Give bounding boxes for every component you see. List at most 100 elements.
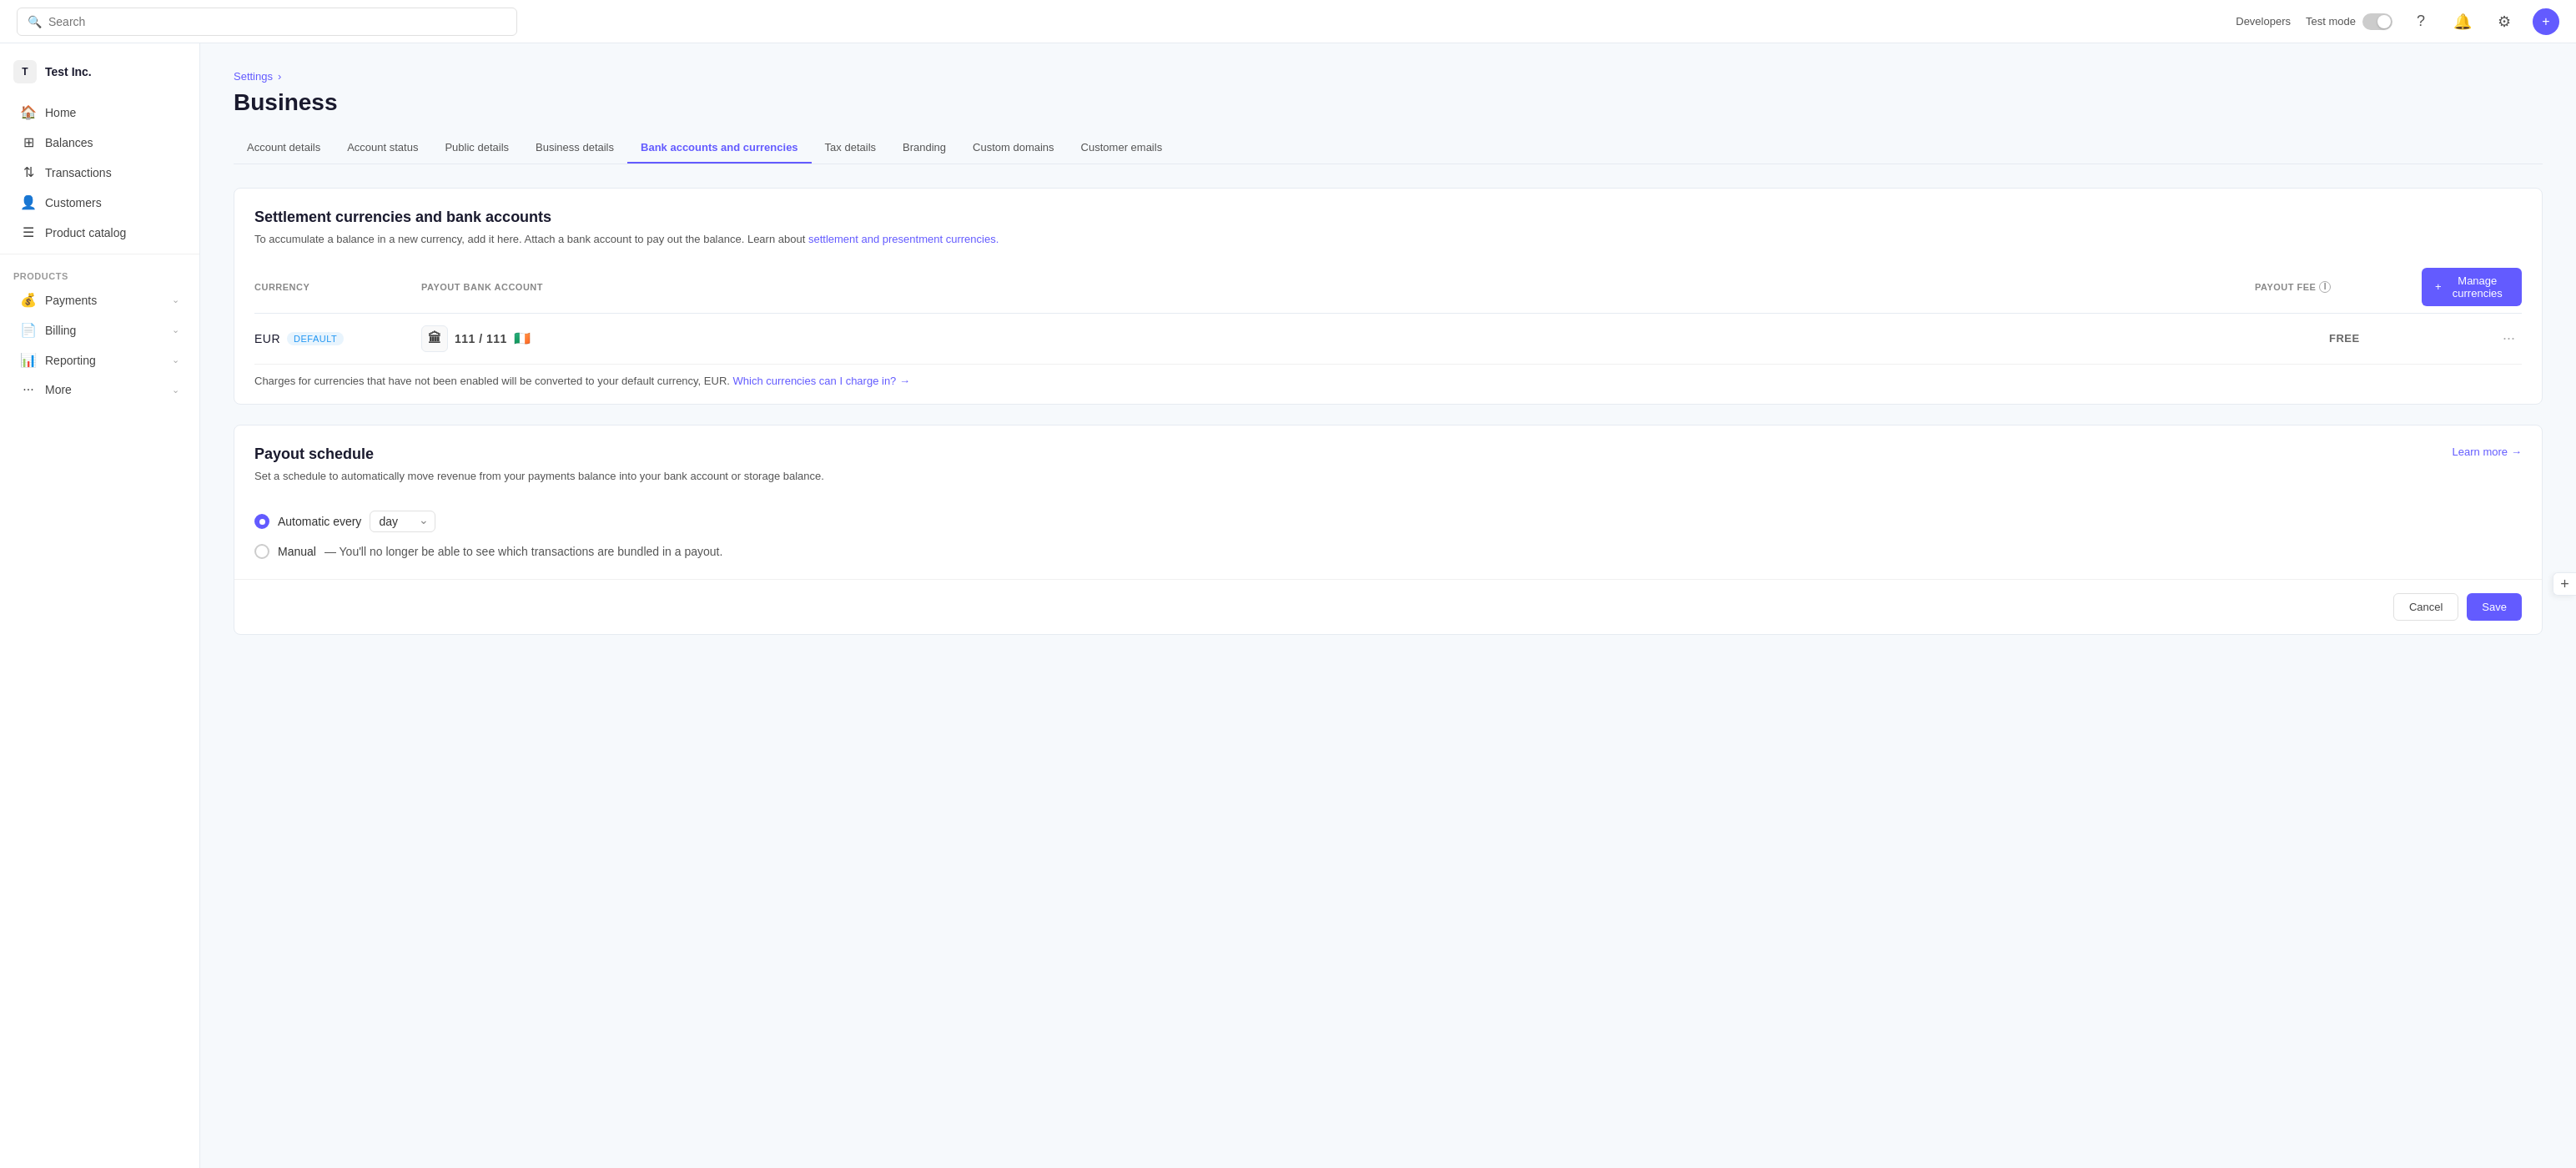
tab-account-status[interactable]: Account status: [334, 133, 431, 164]
payout-card: Payout schedule Set a schedule to automa…: [234, 425, 2543, 636]
sidebar-item-reporting[interactable]: 📊 Reporting ⌄: [7, 345, 193, 375]
manual-label: Manual: [278, 545, 316, 558]
payout-card-header: Payout schedule Set a schedule to automa…: [234, 425, 2542, 498]
chevron-down-icon: ⌄: [172, 355, 179, 365]
flag-icon: 🇮🇪: [514, 330, 531, 346]
settlement-card-title: Settlement currencies and bank accounts: [254, 209, 2522, 226]
tab-custom-domains[interactable]: Custom domains: [959, 133, 1068, 164]
test-mode-toggle-wrap: Test mode: [2306, 13, 2392, 30]
add-button[interactable]: +: [2533, 8, 2559, 35]
payout-title: Payout schedule: [254, 446, 824, 463]
chevron-down-icon: ⌄: [172, 295, 179, 305]
sidebar-item-product-catalog[interactable]: ☰ Product catalog: [7, 218, 193, 247]
sidebar-item-label: Home: [45, 106, 76, 119]
cancel-button[interactable]: Cancel: [2393, 593, 2458, 621]
tab-account-details[interactable]: Account details: [234, 133, 334, 164]
notifications-button[interactable]: 🔔: [2449, 8, 2476, 35]
sidebar-item-customers[interactable]: 👤 Customers: [7, 188, 193, 217]
payments-icon: 💰: [20, 292, 37, 308]
sidebar-item-label: Product catalog: [45, 226, 126, 239]
fee-info-icon: i: [2319, 281, 2331, 293]
sidebar-item-transactions[interactable]: ⇅ Transactions: [7, 158, 193, 187]
automatic-option: Automatic every day week month: [254, 511, 2522, 532]
fee-cell: FREE: [2329, 332, 2496, 345]
settlement-card-header: Settlement currencies and bank accounts …: [234, 189, 2542, 261]
tab-tax-details[interactable]: Tax details: [812, 133, 889, 164]
settlement-currencies-link[interactable]: settlement and presentment currencies.: [808, 233, 999, 245]
tab-public-details[interactable]: Public details: [431, 133, 522, 164]
sidebar-item-label: Balances: [45, 136, 93, 149]
chevron-down-icon: ⌄: [172, 385, 179, 395]
brand-icon: T: [13, 60, 37, 83]
main-content: Settings › Business Account details Acco…: [200, 43, 2576, 1168]
manual-note: — You'll no longer be able to see which …: [325, 545, 722, 558]
bank-cell: 🏛 111 / 111 🇮🇪: [421, 325, 2329, 352]
col-fee-header: Payout fee i: [2255, 281, 2422, 293]
test-mode-label: Test mode: [2306, 15, 2356, 28]
sidebar-item-home[interactable]: 🏠 Home: [7, 98, 193, 127]
test-mode-toggle[interactable]: [2362, 13, 2392, 30]
plus-icon: +: [2435, 280, 2442, 293]
frequency-select-wrap: day week month: [370, 511, 435, 532]
manual-radio[interactable]: [254, 544, 269, 559]
search-input[interactable]: [48, 15, 506, 28]
table-header: Currency Payout bank account Payout fee …: [254, 261, 2522, 314]
bank-account-number: 111 / 111: [455, 332, 507, 345]
sidebar-item-more[interactable]: ··· More ⌄: [7, 375, 193, 404]
sidebar-item-label: Transactions: [45, 166, 112, 179]
payout-card-left: Payout schedule Set a schedule to automa…: [254, 446, 824, 485]
fee-value: FREE: [2329, 332, 2360, 345]
breadcrumb: Settings ›: [234, 70, 2543, 83]
sidebar-brand: T Test Inc.: [0, 57, 199, 97]
search-icon: 🔍: [28, 15, 42, 28]
side-add-button[interactable]: +: [2553, 572, 2576, 596]
bank-icon: 🏛: [421, 325, 448, 352]
currency-code: EUR: [254, 332, 280, 345]
row-actions-button[interactable]: ···: [2496, 326, 2522, 350]
note-row: Charges for currencies that have not bee…: [254, 365, 2522, 390]
default-badge: Default: [287, 332, 344, 345]
page-title: Business: [234, 89, 2543, 116]
tab-branding[interactable]: Branding: [889, 133, 959, 164]
products-section-label: Products: [0, 261, 199, 284]
breadcrumb-settings-link[interactable]: Settings: [234, 70, 273, 83]
manage-currencies-button[interactable]: + Manage currencies: [2422, 268, 2522, 306]
help-button[interactable]: ?: [2407, 8, 2434, 35]
tab-customer-emails[interactable]: Customer emails: [1068, 133, 1176, 164]
tab-business-details[interactable]: Business details: [522, 133, 627, 164]
col-bank-header: Payout bank account: [421, 282, 2255, 292]
settings-button[interactable]: ⚙: [2491, 8, 2518, 35]
sidebar-item-label: Billing: [45, 324, 76, 337]
sidebar-item-payments[interactable]: 💰 Payments ⌄: [7, 285, 193, 315]
sidebar: T Test Inc. 🏠 Home ⊞ Balances ⇅ Transact…: [0, 43, 200, 1168]
automatic-label: Automatic every: [278, 515, 361, 528]
brand-name: Test Inc.: [45, 65, 92, 78]
sidebar-item-billing[interactable]: 📄 Billing ⌄: [7, 315, 193, 345]
currency-cell: EUR Default: [254, 332, 421, 345]
learn-more-link[interactable]: Learn more →: [2453, 446, 2522, 458]
toggle-knob: [2377, 15, 2391, 28]
developers-button[interactable]: Developers: [2236, 15, 2291, 28]
which-currencies-link[interactable]: Which currencies can I charge in? →: [733, 375, 910, 387]
save-button[interactable]: Save: [2467, 593, 2522, 621]
arrow-icon: →: [2511, 446, 2522, 458]
sidebar-item-label: Reporting: [45, 354, 96, 367]
payout-options: Automatic every day week month Manual — …: [234, 497, 2542, 579]
search-box[interactable]: 🔍: [17, 8, 517, 36]
payout-desc: Set a schedule to automatically move rev…: [254, 468, 824, 485]
col-actions-header: + Manage currencies: [2422, 268, 2522, 306]
tab-bank-accounts[interactable]: Bank accounts and currencies: [627, 133, 812, 164]
topbar: 🔍 Developers Test mode ? 🔔 ⚙ +: [0, 0, 2576, 43]
col-currency-header: Currency: [254, 282, 421, 292]
billing-icon: 📄: [20, 322, 37, 338]
layout: T Test Inc. 🏠 Home ⊞ Balances ⇅ Transact…: [0, 43, 2576, 1168]
sidebar-item-label: More: [45, 383, 72, 396]
topbar-right: Developers Test mode ? 🔔 ⚙ +: [2236, 8, 2559, 35]
reporting-icon: 📊: [20, 352, 37, 368]
table-row: EUR Default 🏛 111 / 111 🇮🇪 FREE ···: [254, 314, 2522, 365]
sidebar-item-label: Customers: [45, 196, 102, 209]
automatic-radio[interactable]: [254, 514, 269, 529]
product-catalog-icon: ☰: [20, 224, 37, 240]
frequency-select[interactable]: day week month: [370, 511, 435, 532]
sidebar-item-balances[interactable]: ⊞ Balances: [7, 128, 193, 157]
